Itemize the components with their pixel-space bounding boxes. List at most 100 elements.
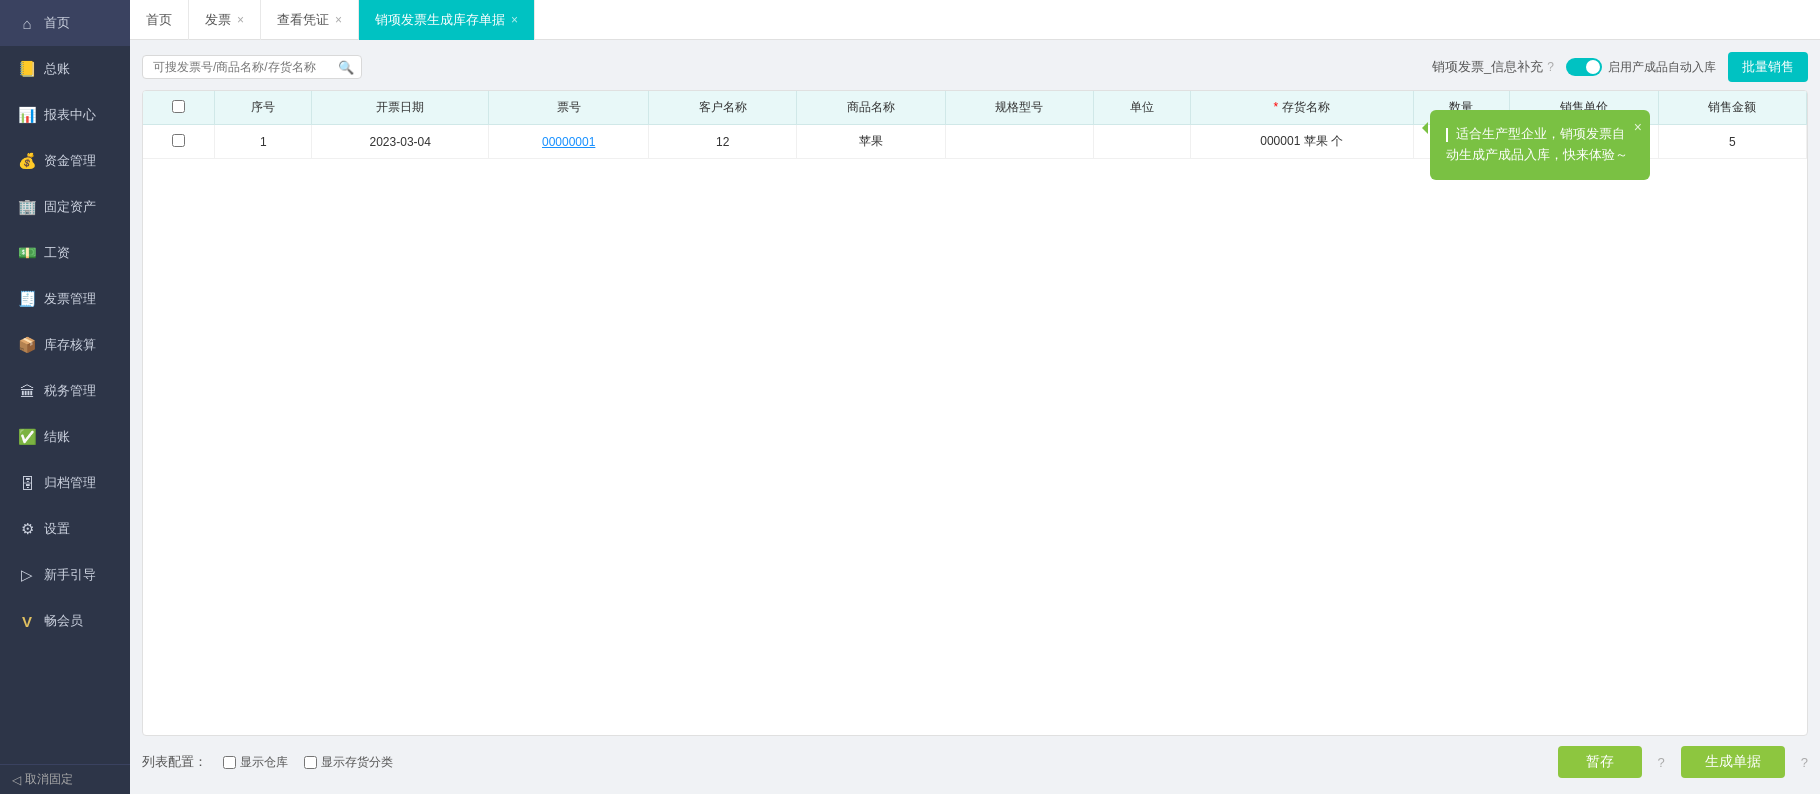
row-spec	[945, 125, 1093, 159]
tab-voucher[interactable]: 查看凭证 ×	[261, 0, 359, 40]
row-seq: 1	[215, 125, 312, 159]
tab-voucher-close[interactable]: ×	[335, 13, 342, 27]
info-label: 销项发票_信息补充 ?	[1432, 58, 1554, 76]
sidebar-item-report[interactable]: 📊 报表中心	[0, 92, 130, 138]
tax-icon: 🏛	[18, 383, 36, 400]
tooltip-close-button[interactable]: ×	[1634, 116, 1642, 138]
settings-icon: ⚙	[18, 520, 36, 538]
row-customer: 12	[649, 125, 797, 159]
sidebar: ⌂ 首页 📒 总账 📊 报表中心 💰 资金管理 🏢 固定资产 💵 工资 🧾 发票…	[0, 0, 130, 794]
unfix-button[interactable]: ◁ 取消固定	[0, 765, 130, 794]
sidebar-item-settle[interactable]: ✅ 结账	[0, 414, 130, 460]
tab-main-close[interactable]: ×	[511, 13, 518, 27]
sidebar-item-asset[interactable]: 🏢 固定资产	[0, 184, 130, 230]
tab-invoice[interactable]: 发票 ×	[189, 0, 261, 40]
sidebar-item-inventory[interactable]: 📦 库存核算	[0, 322, 130, 368]
sidebar-item-fund[interactable]: 💰 资金管理	[0, 138, 130, 184]
sidebar-item-guide[interactable]: ▷ 新手引导	[0, 552, 130, 598]
content-area: 🔍 销项发票_信息补充 ? 启用产成品自动入库 批量销售	[130, 40, 1820, 794]
row-checkbox[interactable]	[172, 134, 185, 147]
unfix-icon: ◁	[12, 773, 21, 787]
row-unit	[1093, 125, 1190, 159]
asset-icon: 🏢	[18, 198, 36, 216]
tooltip-box: × 适合生产型企业，销项发票自动生成产成品入库，快来体验～	[1430, 110, 1650, 180]
table-wrap: 序号 开票日期 票号 客户名称 商品名称 规格型号 单位 * 存货名称 数量 销…	[142, 90, 1808, 736]
save-button[interactable]: 暂存	[1558, 746, 1642, 778]
show-warehouse-checkbox[interactable]: 显示仓库	[223, 754, 288, 771]
sidebar-item-tax[interactable]: 🏛 税务管理	[0, 368, 130, 414]
sidebar-item-vip[interactable]: V 畅会员	[0, 598, 130, 644]
select-all-checkbox[interactable]	[172, 100, 185, 113]
show-warehouse-input[interactable]	[223, 756, 236, 769]
sidebar-item-archive[interactable]: 🗄 归档管理	[0, 460, 130, 506]
show-warehouse-label: 显示仓库	[240, 754, 288, 771]
sidebar-item-settings[interactable]: ⚙ 设置	[0, 506, 130, 552]
show-category-input[interactable]	[304, 756, 317, 769]
tab-main-label: 销项发票生成库存单据	[375, 11, 505, 29]
tab-invoice-close[interactable]: ×	[237, 13, 244, 27]
tab-main[interactable]: 销项发票生成库存单据 ×	[359, 0, 535, 40]
fund-icon: 💰	[18, 152, 36, 170]
row-amount: 5	[1658, 125, 1806, 159]
tooltip-cursor	[1446, 128, 1448, 142]
save-help-icon[interactable]: ?	[1658, 755, 1665, 770]
toggle-knob	[1586, 60, 1600, 74]
toggle-label: 启用产成品自动入库	[1608, 59, 1716, 76]
col-unit: 单位	[1093, 91, 1190, 125]
col-invoice-no: 票号	[489, 91, 649, 125]
archive-icon: 🗄	[18, 475, 36, 492]
col-seq: 序号	[215, 91, 312, 125]
vip-icon: V	[18, 613, 36, 630]
sidebar-item-payroll[interactable]: 💵 工资	[0, 230, 130, 276]
sidebar-item-home[interactable]: ⌂ 首页	[0, 0, 130, 46]
col-spec: 规格型号	[945, 91, 1093, 125]
search-input[interactable]	[142, 55, 362, 79]
sidebar-bottom: ◁ 取消固定	[0, 764, 130, 794]
sidebar-item-label: 税务管理	[44, 382, 96, 400]
auto-warehouse-toggle[interactable]	[1566, 58, 1602, 76]
tab-home[interactable]: 首页	[130, 0, 189, 40]
batch-button[interactable]: 批量销售	[1728, 52, 1808, 82]
col-date: 开票日期	[312, 91, 489, 125]
col-product: 商品名称	[797, 91, 945, 125]
sidebar-item-label: 总账	[44, 60, 70, 78]
generate-button[interactable]: 生成单据	[1681, 746, 1785, 778]
toggle-wrap: 启用产成品自动入库	[1566, 58, 1716, 76]
info-help-icon[interactable]: ?	[1547, 60, 1554, 74]
show-category-checkbox[interactable]: 显示存货分类	[304, 754, 393, 771]
sidebar-item-label: 首页	[44, 14, 70, 32]
bottom-bar: 列表配置： 显示仓库 显示存货分类 暂存 ? 生成单据 ?	[142, 736, 1808, 782]
sidebar-item-label: 库存核算	[44, 336, 96, 354]
sidebar-item-ledger[interactable]: 📒 总账	[0, 46, 130, 92]
row-invoice-no[interactable]: 00000001	[489, 125, 649, 159]
tab-bar: 首页 发票 × 查看凭证 × 销项发票生成库存单据 ×	[130, 0, 1820, 40]
sidebar-item-label: 新手引导	[44, 566, 96, 584]
sidebar-item-label: 畅会员	[44, 612, 83, 630]
guide-icon: ▷	[18, 566, 36, 584]
generate-help-icon[interactable]: ?	[1801, 755, 1808, 770]
main-area: 首页 发票 × 查看凭证 × 销项发票生成库存单据 × 🔍 销项发票_信息补充	[130, 0, 1820, 794]
sidebar-item-label: 工资	[44, 244, 70, 262]
list-config-label: 列表配置：	[142, 753, 207, 771]
invoice-icon: 🧾	[18, 290, 36, 308]
row-date: 2023-03-04	[312, 125, 489, 159]
info-label-text: 销项发票_信息补充	[1432, 58, 1543, 76]
col-amount: 销售金额	[1658, 91, 1806, 125]
row-product: 苹果	[797, 125, 945, 159]
report-icon: 📊	[18, 106, 36, 124]
tab-home-label: 首页	[146, 11, 172, 29]
sidebar-item-label: 归档管理	[44, 474, 96, 492]
ledger-icon: 📒	[18, 60, 36, 78]
sidebar-item-label: 资金管理	[44, 152, 96, 170]
tab-voucher-label: 查看凭证	[277, 11, 329, 29]
home-icon: ⌂	[18, 15, 36, 32]
sidebar-item-label: 固定资产	[44, 198, 96, 216]
col-checkbox	[143, 91, 215, 125]
sidebar-item-invoice-mgmt[interactable]: 🧾 发票管理	[0, 276, 130, 322]
sidebar-item-label: 发票管理	[44, 290, 96, 308]
payroll-icon: 💵	[18, 244, 36, 262]
row-inventory: 000001 苹果 个	[1190, 125, 1413, 159]
sidebar-item-label: 结账	[44, 428, 70, 446]
toolbar: 🔍 销项发票_信息补充 ? 启用产成品自动入库 批量销售	[142, 52, 1808, 82]
show-category-label: 显示存货分类	[321, 754, 393, 771]
